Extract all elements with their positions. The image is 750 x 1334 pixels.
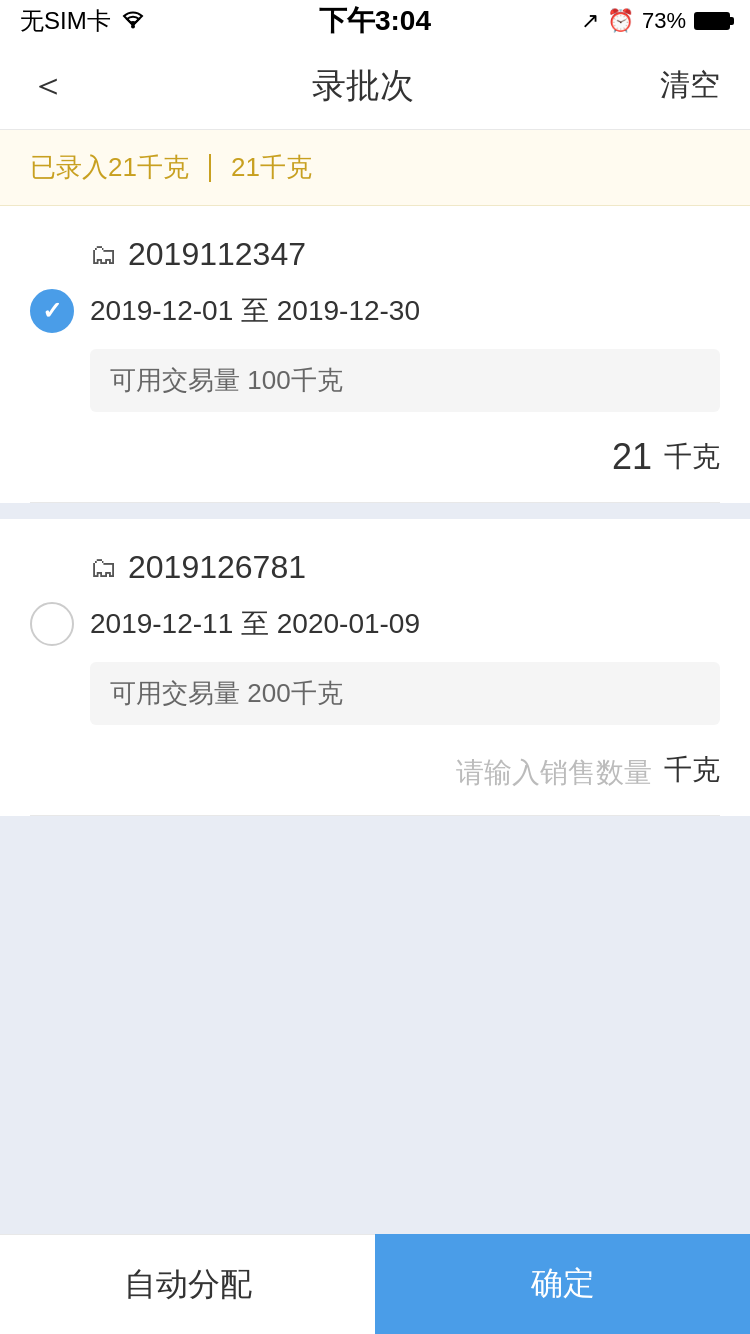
batch-date-2: 2019-12-11 至 2020-01-09 bbox=[90, 605, 420, 643]
batch-quantity-row-2: 千克 bbox=[30, 725, 720, 816]
batch-header-1: 🗂 2019112347 bbox=[30, 236, 720, 273]
batch-doc-icon-2: 🗂 bbox=[90, 551, 118, 584]
batch-id-1: 2019112347 bbox=[128, 236, 306, 273]
batch-header-2: 🗂 2019126781 bbox=[30, 549, 720, 586]
status-bar: 无SIM卡 下午3:04 ↗ ⏰ 73% bbox=[0, 0, 750, 42]
batch-unit-2: 千克 bbox=[664, 751, 720, 789]
status-right: ↗ ⏰ 73% bbox=[581, 8, 730, 34]
batch-date-row-2: 2019-12-11 至 2020-01-09 bbox=[30, 602, 720, 646]
location-icon: ↗ bbox=[581, 8, 599, 34]
batch-id-2: 2019126781 bbox=[128, 549, 306, 586]
batch-qty-input-2[interactable] bbox=[372, 749, 652, 791]
section-divider bbox=[0, 503, 750, 519]
batch-date-1: 2019-12-01 至 2019-12-30 bbox=[90, 292, 420, 330]
summary-amount: 21千克 bbox=[231, 150, 312, 185]
alarm-icon: ⏰ bbox=[607, 8, 634, 34]
auto-distribute-button[interactable]: 自动分配 bbox=[0, 1234, 375, 1334]
battery-percent: 73% bbox=[642, 8, 686, 34]
batch-checkbox-2[interactable] bbox=[30, 602, 74, 646]
batch-qty-input-1[interactable] bbox=[532, 436, 652, 478]
batch-date-row-1: 2019-12-01 至 2019-12-30 bbox=[30, 289, 720, 333]
confirm-button[interactable]: 确定 bbox=[375, 1234, 750, 1334]
batch-quantity-row-1: 千克 bbox=[30, 412, 720, 503]
batch-card-2: 🗂 2019126781 2019-12-11 至 2020-01-09 可用交… bbox=[0, 519, 750, 816]
batch-available-2: 可用交易量 200千克 bbox=[90, 662, 720, 725]
summary-divider bbox=[209, 154, 211, 182]
status-left: 无SIM卡 bbox=[20, 5, 147, 37]
svg-point-0 bbox=[131, 25, 135, 29]
bottom-spacer bbox=[0, 816, 750, 1296]
content-area: 🗂 2019112347 2019-12-01 至 2019-12-30 可用交… bbox=[0, 206, 750, 1334]
batch-checkbox-1[interactable] bbox=[30, 289, 74, 333]
carrier-text: 无SIM卡 bbox=[20, 5, 111, 37]
status-time: 下午3:04 bbox=[319, 2, 431, 40]
batch-card-1: 🗂 2019112347 2019-12-01 至 2019-12-30 可用交… bbox=[0, 206, 750, 503]
back-button[interactable]: ＜ bbox=[30, 61, 66, 110]
batch-unit-1: 千克 bbox=[664, 438, 720, 476]
batch-available-1: 可用交易量 100千克 bbox=[90, 349, 720, 412]
summary-prefix: 已录入21千克 bbox=[30, 150, 189, 185]
battery-icon bbox=[694, 12, 730, 30]
summary-bar: 已录入21千克 21千克 bbox=[0, 130, 750, 206]
nav-bar: ＜ 录批次 清空 bbox=[0, 42, 750, 130]
action-bar: 自动分配 确定 bbox=[0, 1234, 750, 1334]
wifi-icon bbox=[119, 7, 147, 35]
batch-doc-icon-1: 🗂 bbox=[90, 238, 118, 271]
page-title: 录批次 bbox=[312, 63, 414, 109]
clear-button[interactable]: 清空 bbox=[660, 65, 720, 106]
